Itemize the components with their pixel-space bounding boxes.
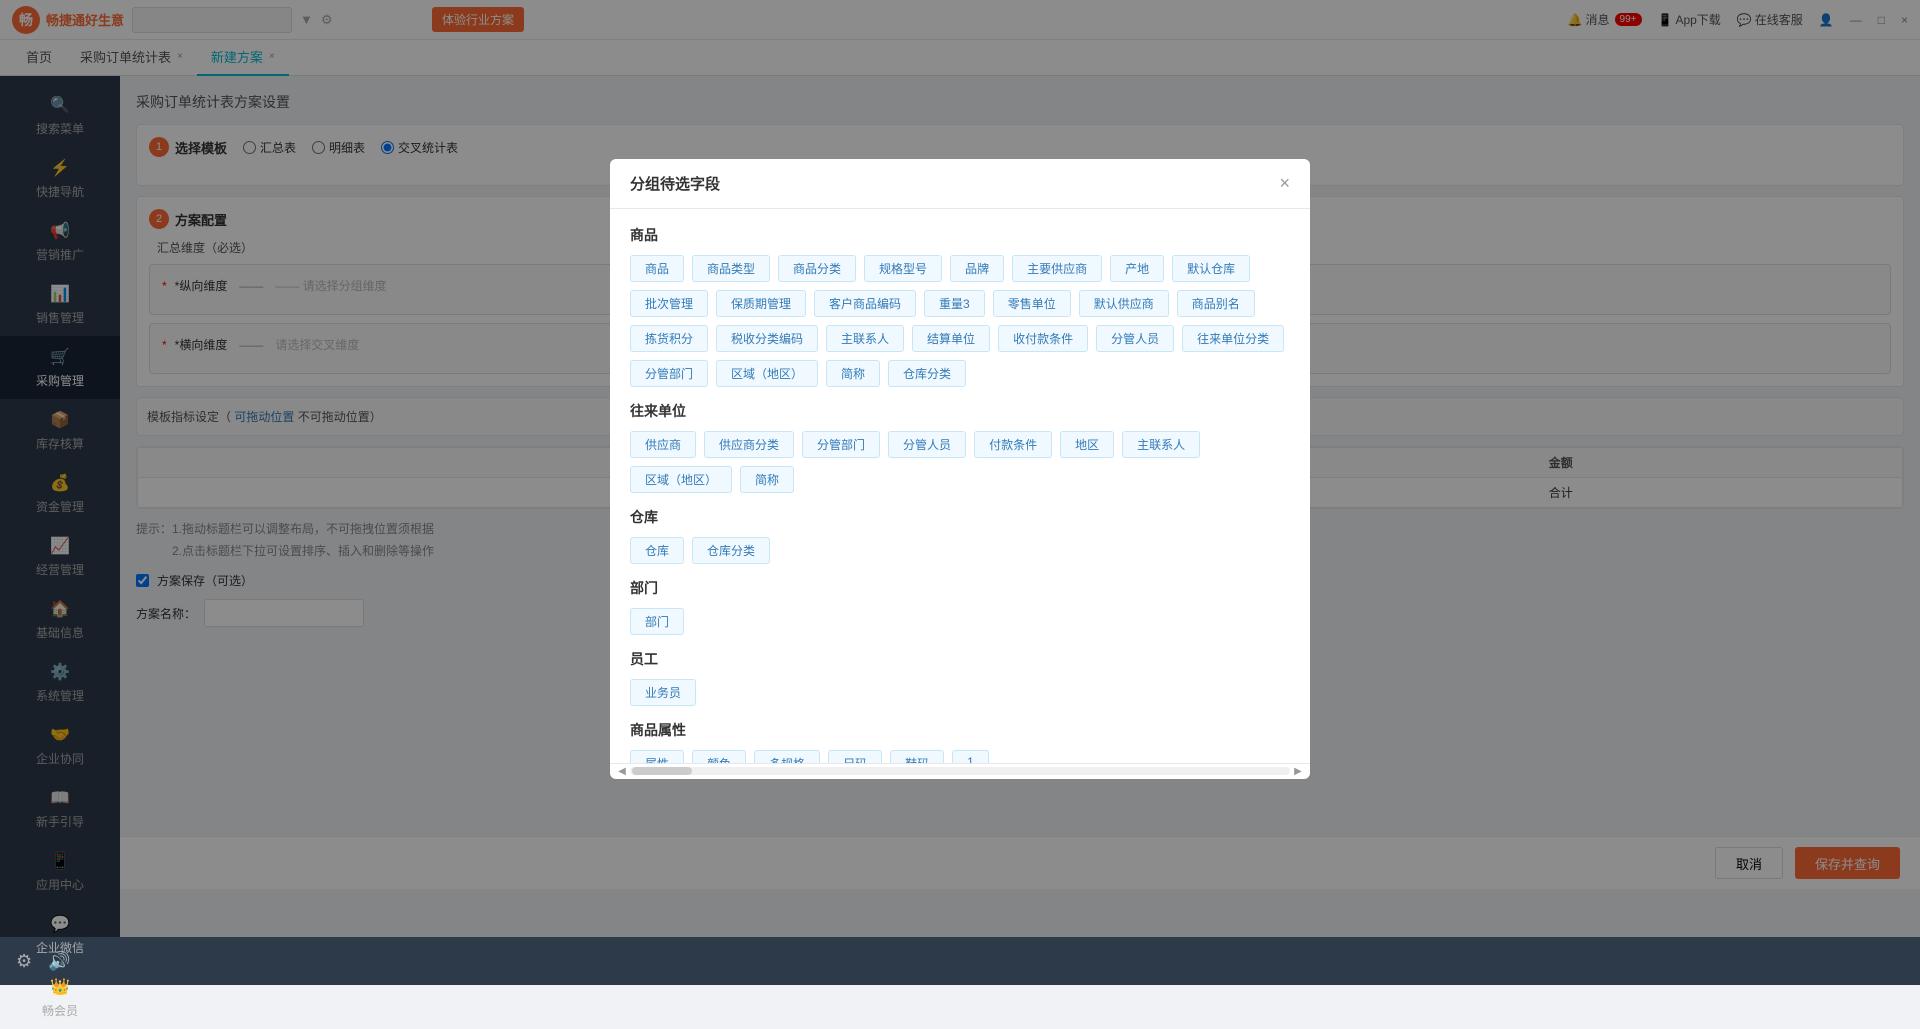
field-tags-partner: 供应商供应商分类分管部门分管人员付款条件地区主联系人区域（地区） 简称 [630,431,1290,493]
scroll-track[interactable] [630,767,1290,775]
field-group-title-goods: 商品 [630,225,1290,245]
field-tag[interactable]: 鞋码 [890,750,944,763]
field-tag[interactable]: 收付款条件 [998,325,1088,352]
field-tag[interactable]: 颜色 [692,750,746,763]
scroll-left-arrow[interactable]: ◀ [614,763,630,779]
field-tag[interactable]: 分管部门 [630,360,708,387]
field-tag[interactable]: 简称 [740,466,794,493]
field-tag[interactable]: 结算单位 [912,325,990,352]
sidebar-item-member-label: 畅会员 [42,1002,78,1019]
field-tag[interactable]: 区域（地区） [630,466,732,493]
field-tag[interactable]: 拣货积分 [630,325,708,352]
field-tag[interactable]: 仓库分类 [888,360,966,387]
field-tag[interactable]: 税收分类编码 [716,325,818,352]
field-tag[interactable]: 供应商 [630,431,696,458]
field-tag[interactable]: 主联系人 [826,325,904,352]
field-tag[interactable]: 客户商品编码 [814,290,916,317]
field-tag[interactable]: 仓库 [630,537,684,564]
field-tag[interactable]: 供应商分类 [704,431,794,458]
field-group-title-staff: 员工 [630,649,1290,669]
field-group-title-department: 部门 [630,578,1290,598]
modal-title: 分组待选字段 [630,173,720,194]
field-tags-goods-attr: 属性颜色多规格尺码鞋码 1 [630,750,1290,763]
field-tag[interactable]: 分管部门 [802,431,880,458]
field-tag[interactable]: 默认供应商 [1079,290,1169,317]
sidebar-item-member[interactable]: 👑 畅会员 [0,966,120,1029]
field-tag[interactable]: 1 [952,750,989,763]
field-tag[interactable]: 主联系人 [1122,431,1200,458]
modal-header: 分组待选字段 × [610,159,1310,209]
field-tag[interactable]: 商品类型 [692,255,770,282]
field-tag[interactable]: 规格型号 [864,255,942,282]
field-tag[interactable]: 商品 [630,255,684,282]
field-tag[interactable]: 往来单位分类 [1182,325,1284,352]
field-tags-warehouse: 仓库仓库分类 [630,537,1290,564]
field-tag[interactable]: 批次管理 [630,290,708,317]
field-tag[interactable]: 业务员 [630,679,696,706]
field-tag[interactable]: 零售单位 [993,290,1071,317]
bottom-icons: ⚙ 🔊 [16,951,71,972]
scroll-right-arrow[interactable]: ▶ [1290,763,1306,779]
field-tag[interactable]: 产地 [1110,255,1164,282]
modal-dialog: 分组待选字段 × 商品商品商品类型商品分类规格型号品牌主要供应商产地默认仓库批次… [610,159,1310,779]
field-tags-staff: 业务员 [630,679,1290,706]
field-tag[interactable]: 简称 [826,360,880,387]
volume-bottom-icon[interactable]: 🔊 [48,951,70,972]
settings-bottom-icon[interactable]: ⚙ [16,951,32,972]
field-tag[interactable]: 部门 [630,608,684,635]
modal-close-button[interactable]: × [1279,173,1290,194]
modal-body: 商品商品商品类型商品分类规格型号品牌主要供应商产地默认仓库批次管理保质期管理客户… [610,209,1310,763]
field-tag[interactable]: 多规格 [754,750,820,763]
field-tag[interactable]: 默认仓库 [1172,255,1250,282]
field-tag[interactable]: 属性 [630,750,684,763]
field-group-title-goods-attr: 商品属性 [630,720,1290,740]
field-tag[interactable]: 地区 [1060,431,1114,458]
modal-scrollbar-bottom: ◀ ▶ [610,763,1310,779]
field-tag[interactable]: 分管人员 [1096,325,1174,352]
scroll-thumb [632,767,692,775]
field-group-title-warehouse: 仓库 [630,507,1290,527]
field-tag[interactable]: 保质期管理 [716,290,806,317]
modal-overlay[interactable]: 分组待选字段 × 商品商品商品类型商品分类规格型号品牌主要供应商产地默认仓库批次… [0,0,1920,937]
field-tag[interactable]: 区域（地区） [716,360,818,387]
field-tag[interactable]: 主要供应商 [1012,255,1102,282]
field-tag[interactable]: 商品别名 [1177,290,1255,317]
field-tag[interactable]: 尺码 [828,750,882,763]
field-tags-department: 部门 [630,608,1290,635]
field-tags-goods: 商品商品类型商品分类规格型号品牌主要供应商产地默认仓库批次管理保质期管理客户商品… [630,255,1290,387]
bottom-bar: ⚙ 🔊 [0,937,1920,985]
field-tag[interactable]: 分管人员 [888,431,966,458]
field-group-title-partner: 往来单位 [630,401,1290,421]
field-tag[interactable]: 付款条件 [974,431,1052,458]
field-tag[interactable]: 商品分类 [778,255,856,282]
member-icon: 👑 [49,976,71,998]
field-tag[interactable]: 品牌 [950,255,1004,282]
field-tag[interactable]: 重量3 [924,290,985,317]
field-tag[interactable]: 仓库分类 [692,537,770,564]
